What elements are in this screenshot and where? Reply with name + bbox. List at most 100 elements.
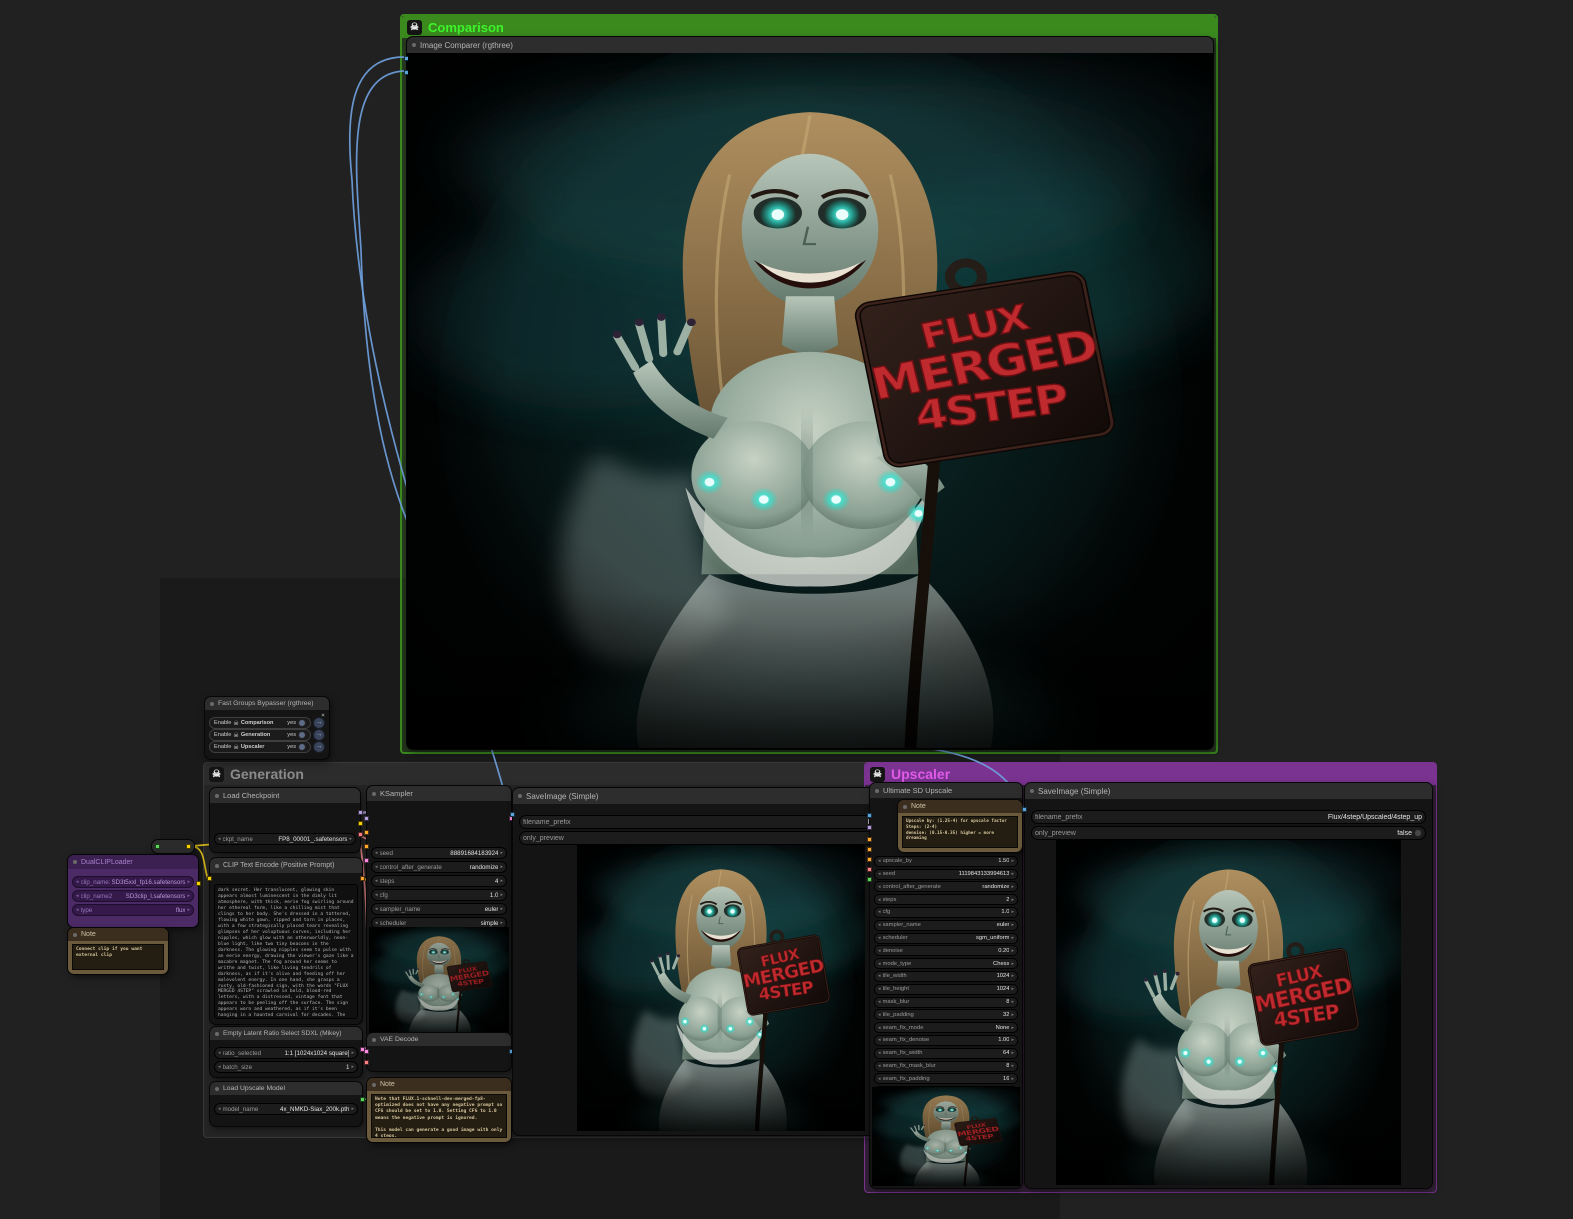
widget-tile-width[interactable]: ◂ tile_width 1024 ▸ — [874, 970, 1018, 982]
widget-model-name[interactable]: ◂ model_name 4x_NMKD-Siax_200k.pth ▸ — [214, 1103, 358, 1115]
slot-image-input[interactable] — [510, 812, 515, 817]
widget-seam-fix-mask-blur[interactable]: ◂ seam_fix_mask_blur 8 ▸ — [874, 1060, 1018, 1072]
collapse-dot-icon[interactable] — [372, 1082, 376, 1087]
widget-upscale-by[interactable]: ◂ upscale_by 1.50 ▸ — [874, 855, 1018, 867]
node-ksampler[interactable]: KSampler ◂ seed 88891684183924 ▸ ◂ contr… — [364, 786, 514, 1038]
node-dualclip-loader[interactable]: DualCLIPLoader ◂ clip_name1 SD3t5xxl_fp1… — [68, 855, 201, 927]
slot-opt-connection[interactable] — [321, 713, 325, 717]
widget-seed[interactable]: ◂ seed 88891684183924 ▸ — [371, 847, 507, 859]
node-load-checkpoint[interactable]: Load Checkpoint ◂ ckpt_name FP8_00001_.s… — [210, 788, 363, 852]
bypasser-toggle-upscaler[interactable]: Enable ☠ Upscaler yes — [209, 741, 311, 753]
node-note-clip[interactable]: Note Connect clip if you want external c… — [68, 928, 168, 974]
collapse-dot-icon[interactable] — [372, 1037, 376, 1042]
node-header[interactable]: Note — [68, 928, 168, 941]
node-empty-latent-ratio[interactable]: Empty Latent Ratio Select SDXL (Mikey) ◂… — [210, 1027, 365, 1077]
collapse-dot-icon[interactable] — [215, 793, 219, 798]
collapse-dot-icon[interactable] — [215, 1086, 219, 1091]
collapse-dot-icon[interactable] — [1030, 789, 1034, 793]
slot-positive-input[interactable] — [867, 837, 872, 842]
collapse-dot-icon[interactable] — [73, 860, 77, 864]
node-header[interactable]: Note — [898, 800, 1022, 813]
comparer-image[interactable] — [408, 53, 1212, 748]
node-header[interactable]: Ultimate SD Upscale — [870, 783, 1022, 798]
collapse-dot-icon[interactable] — [210, 701, 214, 706]
collapse-dot-icon[interactable] — [518, 794, 522, 798]
widget-steps[interactable]: ◂ steps 2 ▸ — [874, 894, 1018, 906]
widget-sampler-name[interactable]: ◂ sampler_name euler ▸ — [371, 903, 507, 915]
slot-image-input[interactable] — [867, 813, 872, 818]
slot-negative-input[interactable] — [867, 847, 872, 852]
bypasser-row-generation[interactable]: Enable ☠ Generation yes → — [209, 729, 325, 741]
node-note-generation[interactable]: Note Note that FLUX.1-schnell-dev-merged… — [367, 1078, 511, 1142]
node-save-image-upscaler[interactable]: SaveImage (Simple) filename_prefix Flux/… — [1022, 783, 1432, 1188]
widget-filename-prefix[interactable]: filename_prefix Flux/4step/4step — [519, 815, 923, 829]
slot-vae-output[interactable] — [358, 832, 363, 837]
node-header[interactable]: Load Upscale Model — [210, 1082, 362, 1095]
slot-clip-output[interactable] — [196, 881, 201, 886]
widget-tile-padding[interactable]: ◂ tile_padding 32 ▸ — [874, 1009, 1018, 1021]
slot-latent-input[interactable] — [364, 858, 369, 863]
slot-output-clip[interactable] — [186, 844, 191, 849]
slot-model-input[interactable] — [364, 816, 369, 821]
node-load-upscale-model[interactable]: Load Upscale Model ◂ model_name 4x_NMKD-… — [210, 1082, 365, 1126]
widget-batch-size[interactable]: ◂ batch_size 1 ▸ — [214, 1061, 358, 1073]
bypasser-toggle-comparison[interactable]: Enable ☠ Comparison yes — [209, 717, 311, 729]
widget-denoise[interactable]: ◂ denoise 0.20 ▸ — [874, 945, 1018, 957]
prompt-textarea[interactable]: dark secret. Her translucent, glowing sk… — [214, 884, 358, 1019]
widget-scheduler[interactable]: ◂ scheduler sgm_uniform ▸ — [874, 932, 1018, 944]
collapse-dot-icon[interactable] — [215, 863, 219, 868]
widget-clip-name2[interactable]: ◂ clip_name2 SD3clip_l.safetensors ▸ — [72, 890, 194, 902]
widget-seed[interactable]: ◂ seed 1119843133994613 ▸ — [874, 868, 1018, 880]
widget-filename-prefix[interactable]: filename_prefix Flux/4step/Upscaled/4ste… — [1031, 810, 1426, 824]
slot-output-green[interactable] — [155, 844, 160, 849]
slot-negative-input[interactable] — [364, 844, 369, 849]
goto-group-arrow-icon[interactable]: → — [313, 717, 325, 729]
slot-vae-input[interactable] — [364, 1060, 369, 1065]
node-header[interactable]: SaveImage (Simple) — [1025, 783, 1432, 799]
widget-mask-blur[interactable]: ◂ mask_blur 8 ▸ — [874, 996, 1018, 1008]
toggle-knob[interactable] — [298, 743, 306, 751]
widget-only-preview[interactable]: only_preview false — [519, 831, 923, 845]
group-upscaler-header[interactable]: ☠ Upscaler — [865, 763, 1436, 785]
widget-seam-fix-denoise[interactable]: ◂ seam_fix_denoise 1.00 ▸ — [874, 1034, 1018, 1046]
node-note-upscaler[interactable]: Note Upscale by: (1.25-4) for upscale fa… — [898, 800, 1022, 852]
bypasser-toggle-generation[interactable]: Enable ☠ Generation yes — [209, 729, 311, 741]
group-comparison-header[interactable]: ☠ Comparison — [402, 16, 1216, 38]
toggle-knob[interactable] — [1414, 829, 1422, 837]
toggle-knob[interactable] — [298, 719, 306, 727]
group-generation-header[interactable]: ☠ Generation — [204, 763, 929, 785]
widget-sampler-name[interactable]: ◂ sampler_name euler ▸ — [874, 919, 1018, 931]
slot-positive-input[interactable] — [364, 830, 369, 835]
slot-conditioning-output[interactable] — [360, 876, 365, 881]
node-header[interactable]: CLIP Text Encode (Positive Prompt) — [210, 858, 362, 873]
slot-upscale-model-output[interactable] — [360, 1097, 365, 1102]
node-vae-decode[interactable]: VAE Decode — [364, 1033, 514, 1071]
collapse-dot-icon[interactable] — [372, 791, 376, 796]
comfyui-canvas[interactable]: ☠ Comparison ☠ Generation ☠ Upscaler Ima… — [0, 0, 1573, 1219]
slot-clip-output[interactable] — [358, 821, 363, 826]
widget-steps[interactable]: ◂ steps 4 ▸ — [371, 875, 507, 887]
widget-ratio-selected[interactable]: ◂ ratio_selected 1:1 [1024x1024 square] … — [214, 1047, 358, 1059]
node-header[interactable]: Image Comparer (rgthree) — [407, 37, 1213, 53]
bypasser-row-upscaler[interactable]: Enable ☠ Upscaler yes → — [209, 741, 325, 753]
slot-clip-input[interactable] — [207, 876, 212, 881]
collapse-dot-icon[interactable] — [215, 1031, 219, 1036]
slot-image-input[interactable] — [1022, 807, 1027, 812]
widget-tile-height[interactable]: ◂ tile_height 1024 ▸ — [874, 983, 1018, 995]
goto-group-arrow-icon[interactable]: → — [313, 741, 325, 753]
collapse-dot-icon[interactable] — [875, 788, 879, 793]
node-header[interactable]: Fast Groups Bypasser (rgthree) — [205, 697, 329, 710]
node-header[interactable]: Empty Latent Ratio Select SDXL (Mikey) — [210, 1027, 362, 1040]
widget-clip-name1[interactable]: ◂ clip_name1 SD3t5xxl_fp16.safetensors ▸ — [72, 876, 194, 888]
toggle-knob[interactable] — [298, 731, 306, 739]
widget-seam-fix-width[interactable]: ◂ seam_fix_width 64 ▸ — [874, 1047, 1018, 1059]
widget-type[interactable]: ◂ type flux ▸ — [72, 904, 194, 916]
widget-seam-fix-mode[interactable]: ◂ seam_fix_mode None ▸ — [874, 1022, 1018, 1034]
widget-seam-fix-padding[interactable]: ◂ seam_fix_padding 16 ▸ — [874, 1073, 1018, 1085]
slot-samples-input[interactable] — [364, 1049, 369, 1054]
node-header[interactable]: DualCLIPLoader — [68, 855, 198, 869]
widget-only-preview[interactable]: only_preview false — [1031, 826, 1426, 840]
slot-model-output[interactable] — [358, 810, 363, 815]
slot-vae-input[interactable] — [867, 867, 872, 872]
widget-control-after-generate[interactable]: ◂ control_after_generate randomize ▸ — [874, 881, 1018, 893]
